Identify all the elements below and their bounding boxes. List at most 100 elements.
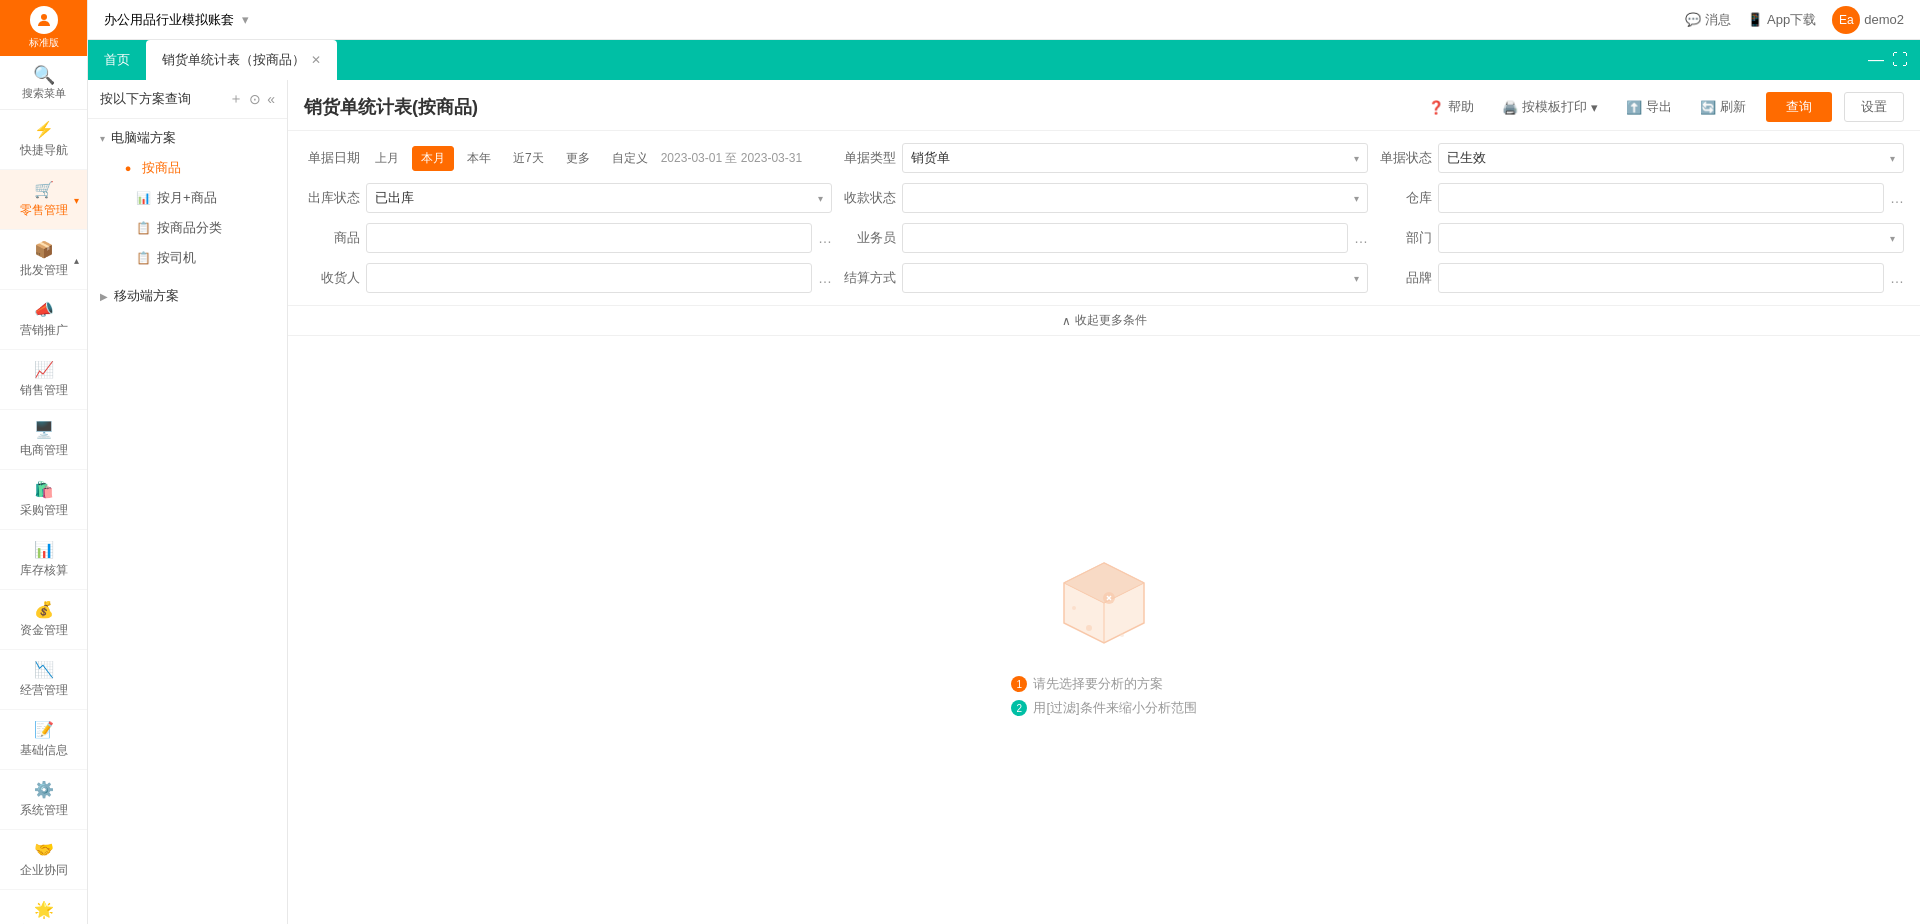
sidebar-item-caigouguanli[interactable]: 🛍️ 采购管理 xyxy=(0,470,87,530)
topbar: 办公用品行业模拟账套 ▾ 💬 消息 📱 App下载 Ea demo2 xyxy=(88,0,1920,40)
salesperson-label: 业务员 xyxy=(840,229,896,247)
date-label: 单据日期 xyxy=(304,149,360,167)
sidebar-item-pifaguanli[interactable]: 📦 批发管理 ▴ xyxy=(0,230,87,290)
tree-item-by-category[interactable]: 📋 按商品分类 xyxy=(88,213,287,243)
refresh-btn[interactable]: 🔄 刷新 xyxy=(1692,94,1754,120)
collapse-icon: ∧ xyxy=(1062,314,1071,328)
sidebar-label: 经营管理 xyxy=(20,682,68,699)
tab-home[interactable]: 首页 xyxy=(88,40,146,80)
search-menu-icon: 🔍 xyxy=(33,64,55,86)
warehouse-more-icon[interactable]: … xyxy=(1890,190,1904,206)
department-select[interactable]: ▾ xyxy=(1438,223,1904,253)
sidebar-item-zijinguanli[interactable]: 💰 资金管理 xyxy=(0,590,87,650)
sidebar-item-dianshangguanli[interactable]: 🖥️ 电商管理 xyxy=(0,410,87,470)
date-btn-custom[interactable]: 自定义 xyxy=(603,146,657,171)
query-btn[interactable]: 查询 xyxy=(1766,92,1832,122)
sidebar-item-xinshou[interactable]: 🌟 新手引导 xyxy=(0,890,87,924)
sidebar-item-xitong[interactable]: ⚙️ 系统管理 xyxy=(0,770,87,830)
type-value: 销货单 xyxy=(911,149,950,167)
group-label: 移动端方案 xyxy=(114,287,179,305)
empty-steps: 1 请先选择要分析的方案 2 用[过滤]条件来缩小分析范围 xyxy=(1011,675,1196,717)
collapse-sidebar-icon[interactable]: « xyxy=(267,91,275,107)
warehouse-input[interactable] xyxy=(1438,183,1884,213)
refresh-icon: 🔄 xyxy=(1700,100,1716,115)
collapse-label: 收起更多条件 xyxy=(1075,312,1147,329)
sidebar-item-kucunhesuan[interactable]: 📊 库存核算 xyxy=(0,530,87,590)
message-btn[interactable]: 💬 消息 xyxy=(1685,11,1731,29)
goods-more-icon[interactable]: … xyxy=(818,230,832,246)
brand-more-icon[interactable]: … xyxy=(1890,270,1904,286)
tab-close-icon[interactable]: ✕ xyxy=(311,53,321,67)
add-scheme-icon[interactable]: ＋ xyxy=(229,90,243,108)
tree-item-by-driver[interactable]: 📋 按司机 xyxy=(88,243,287,273)
sidebar-item-lingshouggli[interactable]: 🛒 零售管理 ▾ xyxy=(0,170,87,230)
tree-item-by-goods[interactable]: ● 按商品 xyxy=(88,153,287,183)
tab-maximize-icon[interactable]: ⛶ xyxy=(1892,51,1908,69)
settings-btn[interactable]: 设置 xyxy=(1844,92,1904,122)
receiver-more-icon[interactable]: … xyxy=(818,270,832,286)
tree-item-by-month-goods[interactable]: 📊 按月+商品 xyxy=(88,183,287,213)
payment-select[interactable]: ▾ xyxy=(902,183,1368,213)
item-label: 按商品分类 xyxy=(157,219,222,237)
group-label: 电脑端方案 xyxy=(111,129,176,147)
empty-step-1: 1 请先选择要分析的方案 xyxy=(1011,675,1196,693)
receiver-input[interactable] xyxy=(366,263,812,293)
sidebar-item-jingying[interactable]: 📉 经营管理 xyxy=(0,650,87,710)
export-btn[interactable]: ⬆️ 导出 xyxy=(1618,94,1680,120)
filter-item-payment: 收款状态 ▾ xyxy=(840,183,1368,213)
type-dropdown-icon: ▾ xyxy=(1354,153,1359,164)
date-btn-lastmonth[interactable]: 上月 xyxy=(366,146,408,171)
date-btn-7days[interactable]: 近7天 xyxy=(504,146,553,171)
filter-item-department: 部门 ▾ xyxy=(1376,223,1904,253)
topbar-dropdown-icon[interactable]: ▾ xyxy=(242,12,249,27)
app-download-btn[interactable]: 📱 App下载 xyxy=(1747,11,1816,29)
salesperson-input[interactable] xyxy=(902,223,1348,253)
sidebar-label: 零售管理 xyxy=(20,202,68,219)
empty-step-2: 2 用[过滤]条件来缩小分析范围 xyxy=(1011,699,1196,717)
topbar-title: 办公用品行业模拟账套 xyxy=(104,11,234,29)
nav-icon: 📣 xyxy=(34,300,54,319)
stock-select[interactable]: 已出库 ▾ xyxy=(366,183,832,213)
page-header: 销货单统计表(按商品) ❓ 帮助 🖨️ 按模板打印 ▾ ⬆️ 导出 xyxy=(288,80,1920,131)
app-logo: 标准版 xyxy=(0,0,88,56)
tab-sales-stat[interactable]: 销货单统计表（按商品） ✕ xyxy=(146,40,337,80)
expand-icon: ▴ xyxy=(74,254,79,265)
empty-illustration xyxy=(1044,543,1164,663)
print-btn[interactable]: 🖨️ 按模板打印 ▾ xyxy=(1494,94,1606,120)
sidebar-label: 企业协同 xyxy=(20,862,68,879)
salesperson-more-icon[interactable]: … xyxy=(1354,230,1368,246)
svg-point-7 xyxy=(1086,625,1092,631)
sidebar: 标准版 🔍 搜索菜单 ⚡ 快捷导航 🛒 零售管理 ▾ 📦 批发管理 ▴ 📣 营销… xyxy=(0,0,88,924)
goods-input[interactable] xyxy=(366,223,812,253)
date-btn-more[interactable]: 更多 xyxy=(557,146,599,171)
nav-icon: 🛍️ xyxy=(34,480,54,499)
sidebar-item-jichuxinxi[interactable]: 📝 基础信息 xyxy=(0,710,87,770)
print-icon: 🖨️ xyxy=(1502,100,1518,115)
date-btn-thismonth[interactable]: 本月 xyxy=(412,146,454,171)
filter-item-receiver: 收货人 … xyxy=(304,263,832,293)
home-label: 首页 xyxy=(104,51,130,69)
user-profile-btn[interactable]: Ea demo2 xyxy=(1832,6,1904,34)
sidebar-item-kuaijiedaohang[interactable]: ⚡ 快捷导航 xyxy=(0,110,87,170)
export-label: 导出 xyxy=(1646,98,1672,116)
nav-icon: 🛒 xyxy=(34,180,54,199)
tab-minimize-icon[interactable]: — xyxy=(1868,51,1884,69)
export-icon: ⬆️ xyxy=(1626,100,1642,115)
sidebar-item-yingxiaotuguan[interactable]: 📣 营销推广 xyxy=(0,290,87,350)
payment-dropdown-icon: ▾ xyxy=(1354,193,1359,204)
brand-input[interactable] xyxy=(1438,263,1884,293)
status-select[interactable]: 已生效 ▾ xyxy=(1438,143,1904,173)
tree-group-pc-header[interactable]: ▾ 电脑端方案 xyxy=(88,123,287,153)
help-btn[interactable]: ❓ 帮助 xyxy=(1420,94,1482,120)
type-select[interactable]: 销货单 ▾ xyxy=(902,143,1368,173)
item-icon: 📋 xyxy=(136,221,151,235)
sidebar-search-section[interactable]: 🔍 搜索菜单 xyxy=(0,56,87,110)
edit-scheme-icon[interactable]: ⊙ xyxy=(249,91,261,107)
sidebar-item-qiye[interactable]: 🤝 企业协同 xyxy=(0,830,87,890)
sidebar-item-xiaoshouguanli[interactable]: 📈 销售管理 xyxy=(0,350,87,410)
date-btn-thisyear[interactable]: 本年 xyxy=(458,146,500,171)
tree-group-mobile-header[interactable]: ▶ 移动端方案 xyxy=(88,281,287,311)
svg-point-9 xyxy=(1072,606,1076,610)
settlement-select[interactable]: ▾ xyxy=(902,263,1368,293)
collapse-row[interactable]: ∧ 收起更多条件 xyxy=(288,306,1920,336)
